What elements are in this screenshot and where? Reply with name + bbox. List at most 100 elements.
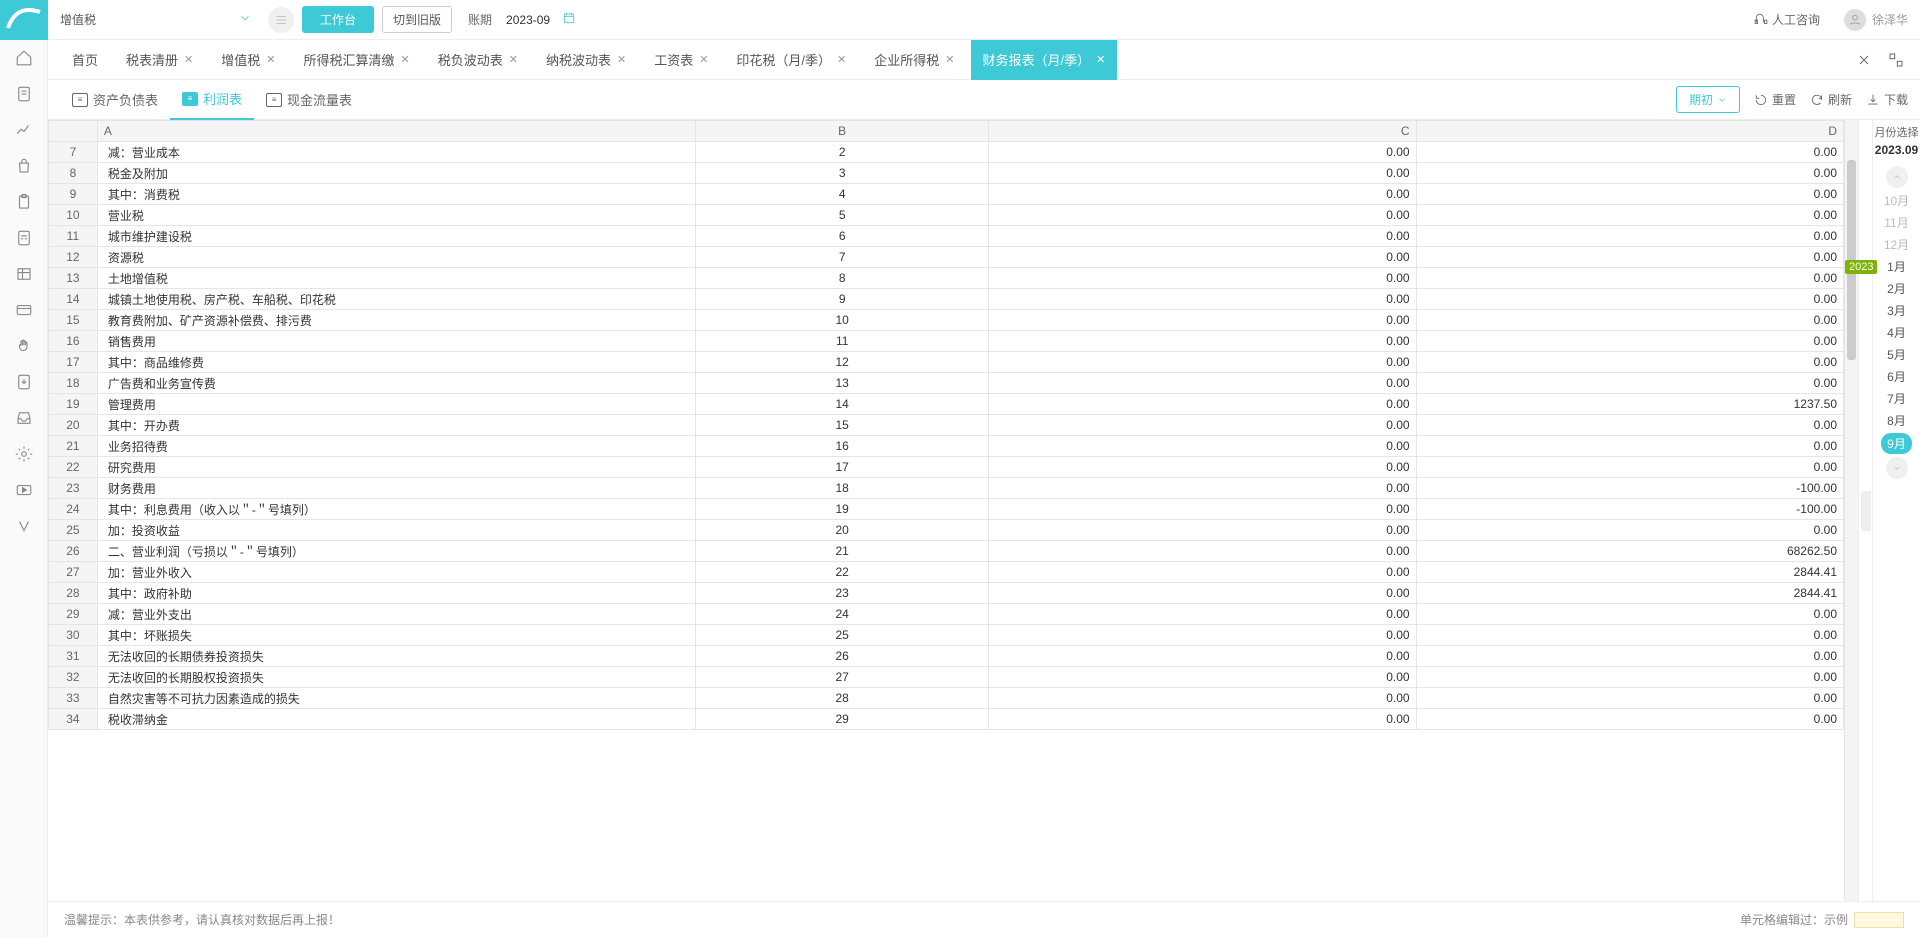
cell[interactable]: 0.00: [989, 709, 1416, 730]
cell[interactable]: 0.00: [989, 289, 1416, 310]
subtab-0[interactable]: ≡资产负债表: [60, 80, 170, 120]
col-header-d[interactable]: D: [1416, 121, 1843, 142]
month-item[interactable]: 3月: [1887, 301, 1906, 320]
cell[interactable]: 其中：消费税: [97, 184, 695, 205]
subtab-2[interactable]: ≡现金流量表: [254, 80, 364, 120]
tab-3[interactable]: 所得税汇算清缴✕: [291, 40, 421, 80]
cell[interactable]: 0.00: [989, 184, 1416, 205]
month-item[interactable]: 2月: [1887, 279, 1906, 298]
row-header[interactable]: 26: [49, 541, 98, 562]
tab-2[interactable]: 增值税✕: [209, 40, 287, 80]
cell[interactable]: 销售费用: [97, 331, 695, 352]
close-all-tabs-icon[interactable]: [1852, 48, 1876, 72]
cell[interactable]: 其中：开办费: [97, 415, 695, 436]
month-item[interactable]: 4月: [1887, 323, 1906, 342]
cell[interactable]: 无法收回的长期股权投资损失: [97, 667, 695, 688]
cell[interactable]: 无法收回的长期债券投资损失: [97, 646, 695, 667]
cell[interactable]: 0.00: [1416, 205, 1843, 226]
row-header[interactable]: 23: [49, 478, 98, 499]
nav-calc-icon[interactable]: [0, 220, 48, 256]
close-icon[interactable]: ✕: [1096, 53, 1105, 66]
cell[interactable]: 6: [696, 226, 989, 247]
row-header[interactable]: 12: [49, 247, 98, 268]
entity-dropdown[interactable]: 增值税: [60, 11, 260, 28]
cell[interactable]: 0.00: [1416, 142, 1843, 163]
cell[interactable]: 0.00: [989, 373, 1416, 394]
cell[interactable]: 0.00: [989, 331, 1416, 352]
month-item[interactable]: 9月: [1881, 433, 1912, 454]
tab-7[interactable]: 印花税（月/季）✕: [724, 40, 858, 80]
cell[interactable]: 0.00: [1416, 415, 1843, 436]
spreadsheet[interactable]: A B C D 7 减：营业成本20.000.008 税金及附加30.000.0…: [48, 120, 1844, 901]
row-header[interactable]: 9: [49, 184, 98, 205]
workspace-button[interactable]: 工作台: [302, 6, 374, 33]
row-header[interactable]: 32: [49, 667, 98, 688]
nav-card-icon[interactable]: [0, 292, 48, 328]
row-header[interactable]: 33: [49, 688, 98, 709]
switch-old-button[interactable]: 切到旧版: [382, 6, 452, 33]
cell[interactable]: 3: [696, 163, 989, 184]
row-header[interactable]: 11: [49, 226, 98, 247]
cell[interactable]: 0.00: [1416, 331, 1843, 352]
nav-doc-icon[interactable]: [0, 76, 48, 112]
cell[interactable]: 5: [696, 205, 989, 226]
row-header[interactable]: 10: [49, 205, 98, 226]
side-collapse[interactable]: [1858, 120, 1872, 901]
tab-6[interactable]: 工资表✕: [642, 40, 720, 80]
month-item[interactable]: 1月: [1887, 257, 1906, 276]
row-header[interactable]: 19: [49, 394, 98, 415]
cell[interactable]: 12: [696, 352, 989, 373]
cell[interactable]: 2: [696, 142, 989, 163]
cell[interactable]: 0.00: [989, 310, 1416, 331]
refresh-button[interactable]: 刷新: [1810, 91, 1852, 108]
tab-5[interactable]: 纳税波动表✕: [534, 40, 638, 80]
cell[interactable]: 27: [696, 667, 989, 688]
nav-export-icon[interactable]: [0, 364, 48, 400]
cell[interactable]: 0.00: [989, 625, 1416, 646]
cell[interactable]: 11: [696, 331, 989, 352]
cell[interactable]: 0.00: [989, 688, 1416, 709]
cell[interactable]: 城市维护建设税: [97, 226, 695, 247]
calendar-icon[interactable]: [562, 11, 576, 28]
cell[interactable]: 1237.50: [1416, 394, 1843, 415]
cell[interactable]: 2844.41: [1416, 583, 1843, 604]
cell[interactable]: 0.00: [1416, 184, 1843, 205]
cell[interactable]: 0.00: [1416, 457, 1843, 478]
row-header[interactable]: 31: [49, 646, 98, 667]
row-header[interactable]: 15: [49, 310, 98, 331]
nav-chart-icon[interactable]: [0, 112, 48, 148]
row-header[interactable]: 30: [49, 625, 98, 646]
download-button[interactable]: 下载: [1866, 91, 1908, 108]
tab-9[interactable]: 财务报表（月/季）✕: [971, 40, 1118, 80]
cell[interactable]: 0.00: [1416, 625, 1843, 646]
nav-bag-icon[interactable]: [0, 148, 48, 184]
row-header[interactable]: 16: [49, 331, 98, 352]
month-item[interactable]: 7月: [1887, 389, 1906, 408]
cell[interactable]: 24: [696, 604, 989, 625]
cell[interactable]: 0.00: [989, 163, 1416, 184]
month-item[interactable]: 8月: [1887, 411, 1906, 430]
cell[interactable]: 自然灾害等不可抗力因素造成的损失: [97, 688, 695, 709]
cell[interactable]: 0.00: [989, 667, 1416, 688]
cell[interactable]: 9: [696, 289, 989, 310]
close-icon[interactable]: ✕: [837, 53, 846, 66]
cell[interactable]: 15: [696, 415, 989, 436]
cell[interactable]: 19: [696, 499, 989, 520]
cell[interactable]: 29: [696, 709, 989, 730]
row-header[interactable]: 25: [49, 520, 98, 541]
cell[interactable]: 0.00: [989, 142, 1416, 163]
cell[interactable]: 18: [696, 478, 989, 499]
tab-1[interactable]: 税表清册✕: [114, 40, 205, 80]
cell[interactable]: 0.00: [1416, 289, 1843, 310]
col-header-a[interactable]: A: [97, 121, 695, 142]
cell[interactable]: 其中：坏账损失: [97, 625, 695, 646]
cell[interactable]: 0.00: [989, 583, 1416, 604]
row-header[interactable]: 22: [49, 457, 98, 478]
cell[interactable]: 减：营业外支出: [97, 604, 695, 625]
cell[interactable]: 68262.50: [1416, 541, 1843, 562]
cell[interactable]: 0.00: [989, 247, 1416, 268]
cell[interactable]: 0.00: [989, 205, 1416, 226]
period-init-button[interactable]: 期初: [1676, 86, 1740, 113]
cell[interactable]: 26: [696, 646, 989, 667]
cell[interactable]: 减：营业成本: [97, 142, 695, 163]
